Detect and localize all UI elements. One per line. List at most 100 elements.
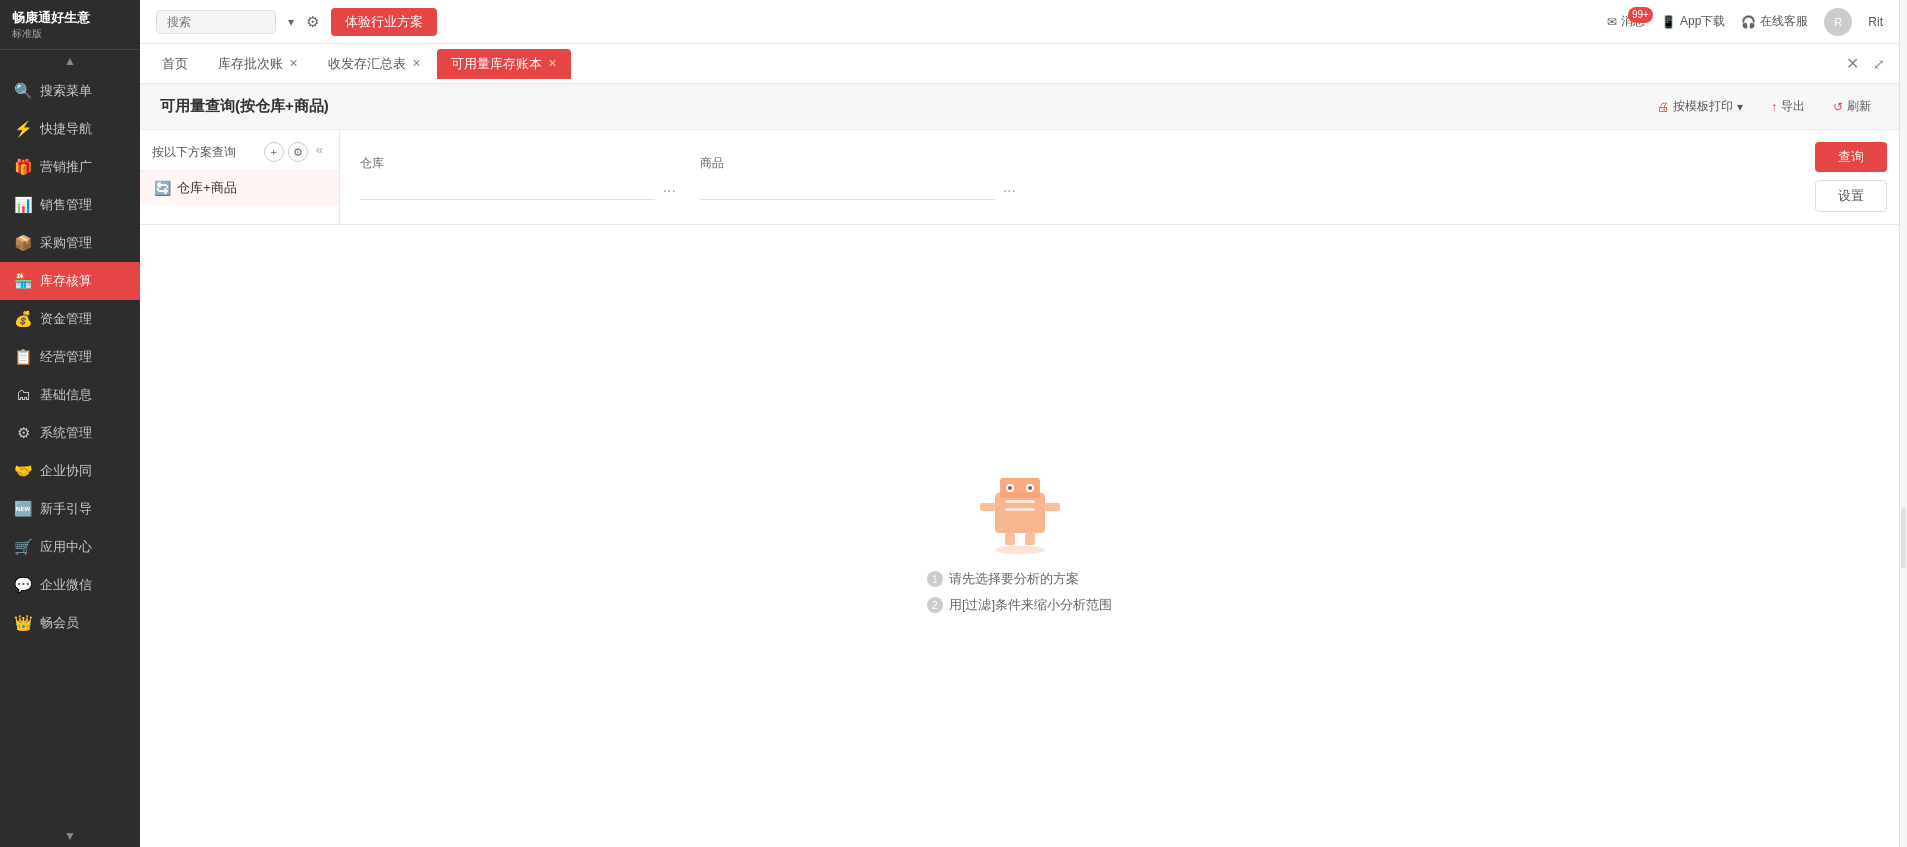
topbar-dropdown-button[interactable]: ▾ xyxy=(288,15,294,29)
message-button[interactable]: ✉ 消息 99+ xyxy=(1607,13,1645,30)
query-button[interactable]: 查询 xyxy=(1815,142,1887,172)
member-icon: 👑 xyxy=(14,614,32,632)
refresh-icon: ↺ xyxy=(1833,100,1843,114)
sidebar-item-wechat[interactable]: 💬 企业微信 xyxy=(0,566,140,604)
svg-rect-7 xyxy=(1005,508,1035,511)
main-area: ▾ ⚙ 体验行业方案 ✉ 消息 99+ 📱 App下载 🎧 在线客服 R Rit xyxy=(140,0,1899,847)
print-button[interactable]: 🖨 按模板打印 ▾ xyxy=(1649,94,1751,119)
tab-batch-account[interactable]: 库存批次账 ✕ xyxy=(204,49,312,79)
topbar-right: ✉ 消息 99+ 📱 App下载 🎧 在线客服 R Rit xyxy=(1607,8,1883,36)
sidebar-scroll-up[interactable]: ▲ xyxy=(0,50,140,72)
tabbar-close-button[interactable]: ✕ xyxy=(1840,52,1865,75)
sidebar-item-system[interactable]: ⚙ 系统管理 xyxy=(0,414,140,452)
sidebar-label-enterprise: 企业协同 xyxy=(40,462,92,480)
sidebar-item-operation[interactable]: 📋 经营管理 xyxy=(0,338,140,376)
sidebar-item-basic[interactable]: 🗂 基础信息 xyxy=(0,376,140,414)
content-area: 可用量查询(按仓库+商品) 🖨 按模板打印 ▾ ↑ 导出 ↺ 刷新 xyxy=(140,84,1899,847)
query-main: 仓库 ··· 商品 ··· xyxy=(340,130,1815,224)
sidebar-item-quick-nav[interactable]: ⚡ 快捷导航 xyxy=(0,110,140,148)
export-icon: ↑ xyxy=(1771,100,1777,114)
tab-available-ledger-label: 可用量库存账本 xyxy=(451,55,542,73)
warehouse-input[interactable] xyxy=(360,176,655,200)
query-collapse-button[interactable]: « xyxy=(312,142,327,162)
sidebar-item-member[interactable]: 👑 畅会员 xyxy=(0,604,140,642)
query-sidebar-title: 按以下方案查询 xyxy=(152,144,236,161)
product-dots-button[interactable]: ··· xyxy=(999,182,1020,200)
sidebar-item-guide[interactable]: 🆕 新手引导 xyxy=(0,490,140,528)
refresh-button[interactable]: ↺ 刷新 xyxy=(1825,94,1879,119)
svg-rect-6 xyxy=(1005,500,1035,503)
page-actions: 🖨 按模板打印 ▾ ↑ 导出 ↺ 刷新 xyxy=(1649,94,1879,119)
tabbar-expand-button[interactable]: ⤢ xyxy=(1867,54,1891,74)
basic-icon: 🗂 xyxy=(14,386,32,403)
enterprise-icon: 🤝 xyxy=(14,462,32,480)
sidebar-label-system: 系统管理 xyxy=(40,424,92,442)
svg-point-4 xyxy=(1008,486,1012,490)
tab-available-ledger[interactable]: 可用量库存账本 ✕ xyxy=(437,49,571,79)
sidebar-label-wechat: 企业微信 xyxy=(40,576,92,594)
avatar[interactable]: R xyxy=(1824,8,1852,36)
logo-title: 畅康通好生意 xyxy=(12,10,128,27)
empty-tip-2: 2 用[过滤]条件来缩小分析范围 xyxy=(927,596,1112,614)
search-input[interactable] xyxy=(156,10,276,34)
query-settings-icon-button[interactable]: ⚙ xyxy=(288,142,308,162)
page-header: 可用量查询(按仓库+商品) 🖨 按模板打印 ▾ ↑ 导出 ↺ 刷新 xyxy=(140,84,1899,130)
tab-stock-summary[interactable]: 收发存汇总表 ✕ xyxy=(314,49,435,79)
empty-state: 1 请先选择要分析的方案 2 用[过滤]条件来缩小分析范围 xyxy=(140,225,1899,847)
sidebar-label-marketing: 营销推广 xyxy=(40,158,92,176)
sidebar-item-enterprise[interactable]: 🤝 企业协同 xyxy=(0,452,140,490)
sidebar-item-finance[interactable]: 💰 资金管理 xyxy=(0,300,140,338)
trial-button[interactable]: 体验行业方案 xyxy=(331,8,437,36)
sidebar-label-inventory: 库存核算 xyxy=(40,272,92,290)
sidebar-item-appstore[interactable]: 🛒 应用中心 xyxy=(0,528,140,566)
warehouse-dots-button[interactable]: ··· xyxy=(659,182,680,200)
scheme-icon: 🔄 xyxy=(154,180,171,196)
add-icon: + xyxy=(271,146,277,158)
sidebar-item-search[interactable]: 🔍 搜索菜单 xyxy=(0,72,140,110)
appstore-icon: 🛒 xyxy=(14,538,32,556)
sidebar-logo: 畅康通好生意 标准版 xyxy=(0,0,140,50)
quick-nav-icon: ⚡ xyxy=(14,120,32,138)
message-icon: ✉ xyxy=(1607,15,1617,29)
tab-available-ledger-close[interactable]: ✕ xyxy=(548,57,557,70)
sales-icon: 📊 xyxy=(14,196,32,214)
query-sidebar-actions: + ⚙ « xyxy=(264,142,327,162)
sidebar-item-inventory[interactable]: 🏪 库存核算 xyxy=(0,262,140,300)
sidebar-label-appstore: 应用中心 xyxy=(40,538,92,556)
inventory-icon: 🏪 xyxy=(14,272,32,290)
sidebar-label-search: 搜索菜单 xyxy=(40,82,92,100)
svg-point-12 xyxy=(995,546,1045,554)
sidebar-item-marketing[interactable]: 🎁 营销推广 xyxy=(0,148,140,186)
product-input[interactable] xyxy=(700,176,995,200)
svg-point-5 xyxy=(1028,486,1032,490)
print-dropdown-icon: ▾ xyxy=(1737,100,1743,114)
svg-rect-10 xyxy=(1005,533,1015,545)
sidebar-item-sales[interactable]: 📊 销售管理 xyxy=(0,186,140,224)
online-service-label: 在线客服 xyxy=(1760,13,1808,30)
query-add-button[interactable]: + xyxy=(264,142,284,162)
warehouse-input-row: ··· xyxy=(360,176,680,200)
gear-icon[interactable]: ⚙ xyxy=(306,13,319,31)
svg-rect-9 xyxy=(1045,503,1060,511)
query-area: 按以下方案查询 + ⚙ « 🔄 仓库+商品 xyxy=(140,130,1899,225)
tab-stock-summary-close[interactable]: ✕ xyxy=(412,57,421,70)
settings-button[interactable]: 设置 xyxy=(1815,180,1887,212)
product-input-row: ··· xyxy=(700,176,1020,200)
app-download-button[interactable]: 📱 App下载 xyxy=(1661,13,1725,30)
wechat-icon: 💬 xyxy=(14,576,32,594)
right-scrollbar[interactable] xyxy=(1899,0,1907,847)
username[interactable]: Rit xyxy=(1868,15,1883,29)
logo-sub: 标准版 xyxy=(12,27,128,41)
query-scheme-item[interactable]: 🔄 仓库+商品 xyxy=(140,171,339,205)
scheme-label: 仓库+商品 xyxy=(177,179,237,197)
tab-batch-account-close[interactable]: ✕ xyxy=(289,57,298,70)
tab-stock-summary-label: 收发存汇总表 xyxy=(328,55,406,73)
sidebar-scroll-down[interactable]: ▼ xyxy=(0,825,140,847)
sidebar-label-finance: 资金管理 xyxy=(40,310,92,328)
online-service-button[interactable]: 🎧 在线客服 xyxy=(1741,13,1808,30)
product-label: 商品 xyxy=(700,155,1020,172)
sidebar-item-purchase[interactable]: 📦 采购管理 xyxy=(0,224,140,262)
export-button[interactable]: ↑ 导出 xyxy=(1763,94,1813,119)
sidebar-label-purchase: 采购管理 xyxy=(40,234,92,252)
tab-home[interactable]: 首页 xyxy=(148,49,202,79)
